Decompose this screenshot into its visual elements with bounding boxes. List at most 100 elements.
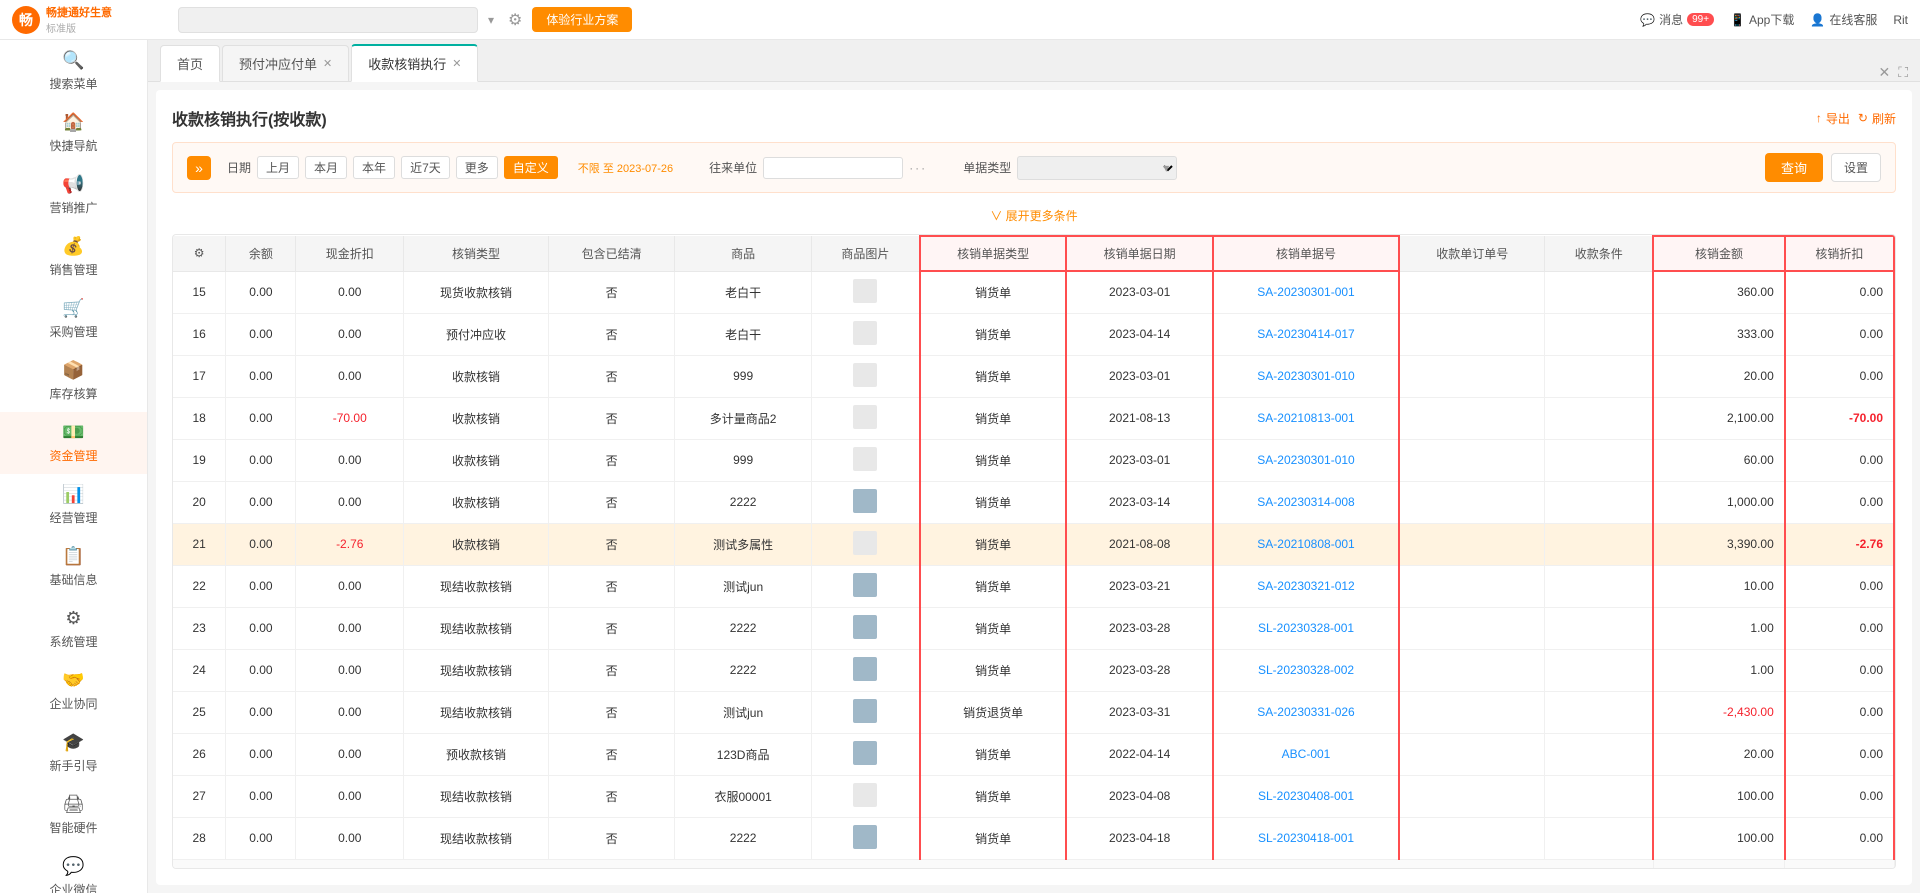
sidebar-item-collab[interactable]: 🤝 企业协同 [0, 660, 147, 722]
sidebar-item-search[interactable]: 🔍 搜索菜单 [0, 40, 147, 102]
cell-verify-bill-no[interactable]: SA-20230301-010 [1213, 439, 1399, 481]
bill-no-link[interactable]: SA-20210808-001 [1257, 537, 1354, 551]
cell-verify-bill-type: 销货单 [920, 271, 1067, 313]
cell-verify-bill-no[interactable]: SA-20230301-001 [1213, 271, 1399, 313]
sidebar-item-base[interactable]: 📋 基础信息 [0, 536, 147, 598]
cell-verify-bill-no[interactable]: SA-20210808-001 [1213, 523, 1399, 565]
sidebar-item-nav[interactable]: 🏠 快捷导航 [0, 102, 147, 164]
message-area[interactable]: 💬 消息 99+ [1640, 11, 1714, 28]
th-settings[interactable]: ⚙ [173, 236, 226, 271]
sidebar-label-inventory: 库存核算 [49, 385, 97, 402]
cell-cash-discount: 0.00 [296, 439, 404, 481]
bill-no-link[interactable]: SA-20230301-010 [1257, 453, 1354, 467]
tab-prepay[interactable]: 预付冲应付单 ✕ [222, 45, 349, 81]
date-more[interactable]: 更多 [456, 156, 498, 179]
type-dropdown-arrow: ▾ [1163, 161, 1169, 175]
cell-verify-bill-no[interactable]: SA-20210813-001 [1213, 397, 1399, 439]
date-this-year[interactable]: 本年 [353, 156, 395, 179]
bill-no-link[interactable]: SA-20230314-008 [1257, 495, 1354, 509]
cell-verify-bill-no[interactable]: SA-20230314-008 [1213, 481, 1399, 523]
tab-verify-close[interactable]: ✕ [452, 57, 461, 70]
filter-settings-btn[interactable]: 设置 [1831, 153, 1881, 182]
cell-product-img [811, 271, 919, 313]
maximize-icon[interactable]: ⛶ [1898, 64, 1908, 81]
user-name[interactable]: Rit [1893, 13, 1908, 27]
cell-verify-bill-no[interactable]: SL-20230328-001 [1213, 607, 1399, 649]
cell-receipt-order-no [1399, 271, 1545, 313]
export-btn[interactable]: ↑ 导出 [1816, 110, 1850, 127]
online-service[interactable]: 👤 在线客服 [1810, 11, 1877, 28]
bill-no-link[interactable]: SA-20210813-001 [1257, 411, 1354, 425]
date-range-text: 不限 至 2023-07-26 [578, 163, 673, 175]
date-7days[interactable]: 近7天 [401, 156, 450, 179]
sidebar-item-sales[interactable]: 💰 销售管理 [0, 226, 147, 288]
sidebar-item-finance[interactable]: 💵 资金管理 [0, 412, 147, 474]
bill-no-link[interactable]: SA-20230301-010 [1257, 369, 1354, 383]
cell-verify-bill-date: 2023-03-28 [1066, 607, 1213, 649]
cell-verify-discount: 0.00 [1785, 481, 1894, 523]
sidebar-item-wechat[interactable]: 💬 企业微信 [0, 846, 147, 893]
sidebar-item-purchase[interactable]: 🛒 采购管理 [0, 288, 147, 350]
sidebar-item-system[interactable]: ⚙ 系统管理 [0, 598, 147, 660]
expand-bar[interactable]: ∨ 展开更多条件 [172, 203, 1896, 228]
filter-actions: 查询 设置 [1765, 153, 1881, 182]
cell-balance: 0.00 [226, 733, 296, 775]
bill-no-link[interactable]: SL-20230328-001 [1258, 621, 1354, 635]
cell-receipt-order-no [1399, 649, 1545, 691]
cell-verify-bill-no[interactable]: SA-20230331-026 [1213, 691, 1399, 733]
app-download[interactable]: 📱 App下载 [1730, 11, 1794, 28]
dropdown-arrow[interactable]: ▾ [488, 13, 494, 27]
cell-verify-type: 预付冲应收 [404, 313, 549, 355]
sidebar-item-marketing[interactable]: 📢 营销推广 [0, 164, 147, 226]
industry-btn[interactable]: 体验行业方案 [532, 7, 632, 32]
bill-no-link[interactable]: SL-20230418-001 [1258, 831, 1354, 845]
cell-verify-bill-no[interactable]: SA-20230321-012 [1213, 565, 1399, 607]
bill-no-link[interactable]: SA-20230301-001 [1257, 285, 1354, 299]
main-content: 首页 预付冲应付单 ✕ 收款核销执行 ✕ ✕ ⛶ 收款核销执行(按收款) [148, 40, 1920, 893]
cell-receipt-order-no [1399, 439, 1545, 481]
cell-product-img [811, 649, 919, 691]
sidebar-item-guide[interactable]: 🎓 新手引导 [0, 722, 147, 784]
settings-icon[interactable]: ⚙ [508, 10, 522, 30]
cell-verify-type: 现结收款核销 [404, 649, 549, 691]
sidebar-item-inventory[interactable]: 📦 库存核算 [0, 350, 147, 412]
sidebar-item-hardware[interactable]: 🖨 智能硬件 [0, 784, 147, 846]
refresh-btn[interactable]: ↻ 刷新 [1858, 110, 1896, 127]
date-this-month[interactable]: 本月 [305, 156, 347, 179]
bill-no-link[interactable]: SL-20230408-001 [1258, 789, 1354, 803]
cell-verify-bill-no[interactable]: SL-20230408-001 [1213, 775, 1399, 817]
cell-receipt-condition [1545, 481, 1653, 523]
filter-toggle-btn[interactable]: » [187, 156, 211, 180]
cell-include-settled: 否 [549, 691, 675, 733]
receipt-type-select[interactable] [1017, 156, 1177, 180]
cell-product: 2222 [675, 607, 812, 649]
cell-verify-bill-no[interactable]: SL-20230328-002 [1213, 649, 1399, 691]
date-custom[interactable]: 自定义 [504, 156, 558, 179]
cell-include-settled: 否 [549, 355, 675, 397]
query-btn[interactable]: 查询 [1765, 153, 1823, 182]
cell-balance: 0.00 [226, 355, 296, 397]
cell-product-img [811, 355, 919, 397]
tab-prepay-close[interactable]: ✕ [323, 57, 332, 70]
bill-no-link[interactable]: SA-20230321-012 [1257, 579, 1354, 593]
sidebar-item-management[interactable]: 📊 经营管理 [0, 474, 147, 536]
cell-balance: 0.00 [226, 313, 296, 355]
date-last-month[interactable]: 上月 [257, 156, 299, 179]
cell-cash-discount: 0.00 [296, 481, 404, 523]
search-icon: 🔍 [62, 50, 84, 71]
bill-no-link[interactable]: SA-20230331-026 [1257, 705, 1354, 719]
cell-verify-bill-no[interactable]: SA-20230301-010 [1213, 355, 1399, 397]
bill-no-link[interactable]: SA-20230414-017 [1257, 327, 1354, 341]
tab-verify[interactable]: 收款核销执行 ✕ [351, 44, 478, 82]
close-window-icon[interactable]: ✕ [1878, 64, 1890, 81]
from-unit-input[interactable] [763, 157, 903, 179]
top-bar-right: 💬 消息 99+ 📱 App下载 👤 在线客服 Rit [1640, 11, 1908, 28]
bill-no-link[interactable]: ABC-001 [1282, 747, 1331, 761]
cell-verify-bill-no[interactable]: SA-20230414-017 [1213, 313, 1399, 355]
cell-verify-bill-no[interactable]: SL-20230418-001 [1213, 817, 1399, 859]
th-balance: 余额 [226, 236, 296, 271]
cell-verify-bill-no[interactable]: ABC-001 [1213, 733, 1399, 775]
tab-home[interactable]: 首页 [160, 45, 220, 82]
cell-verify-type: 现结收款核销 [404, 565, 549, 607]
bill-no-link[interactable]: SL-20230328-002 [1258, 663, 1354, 677]
